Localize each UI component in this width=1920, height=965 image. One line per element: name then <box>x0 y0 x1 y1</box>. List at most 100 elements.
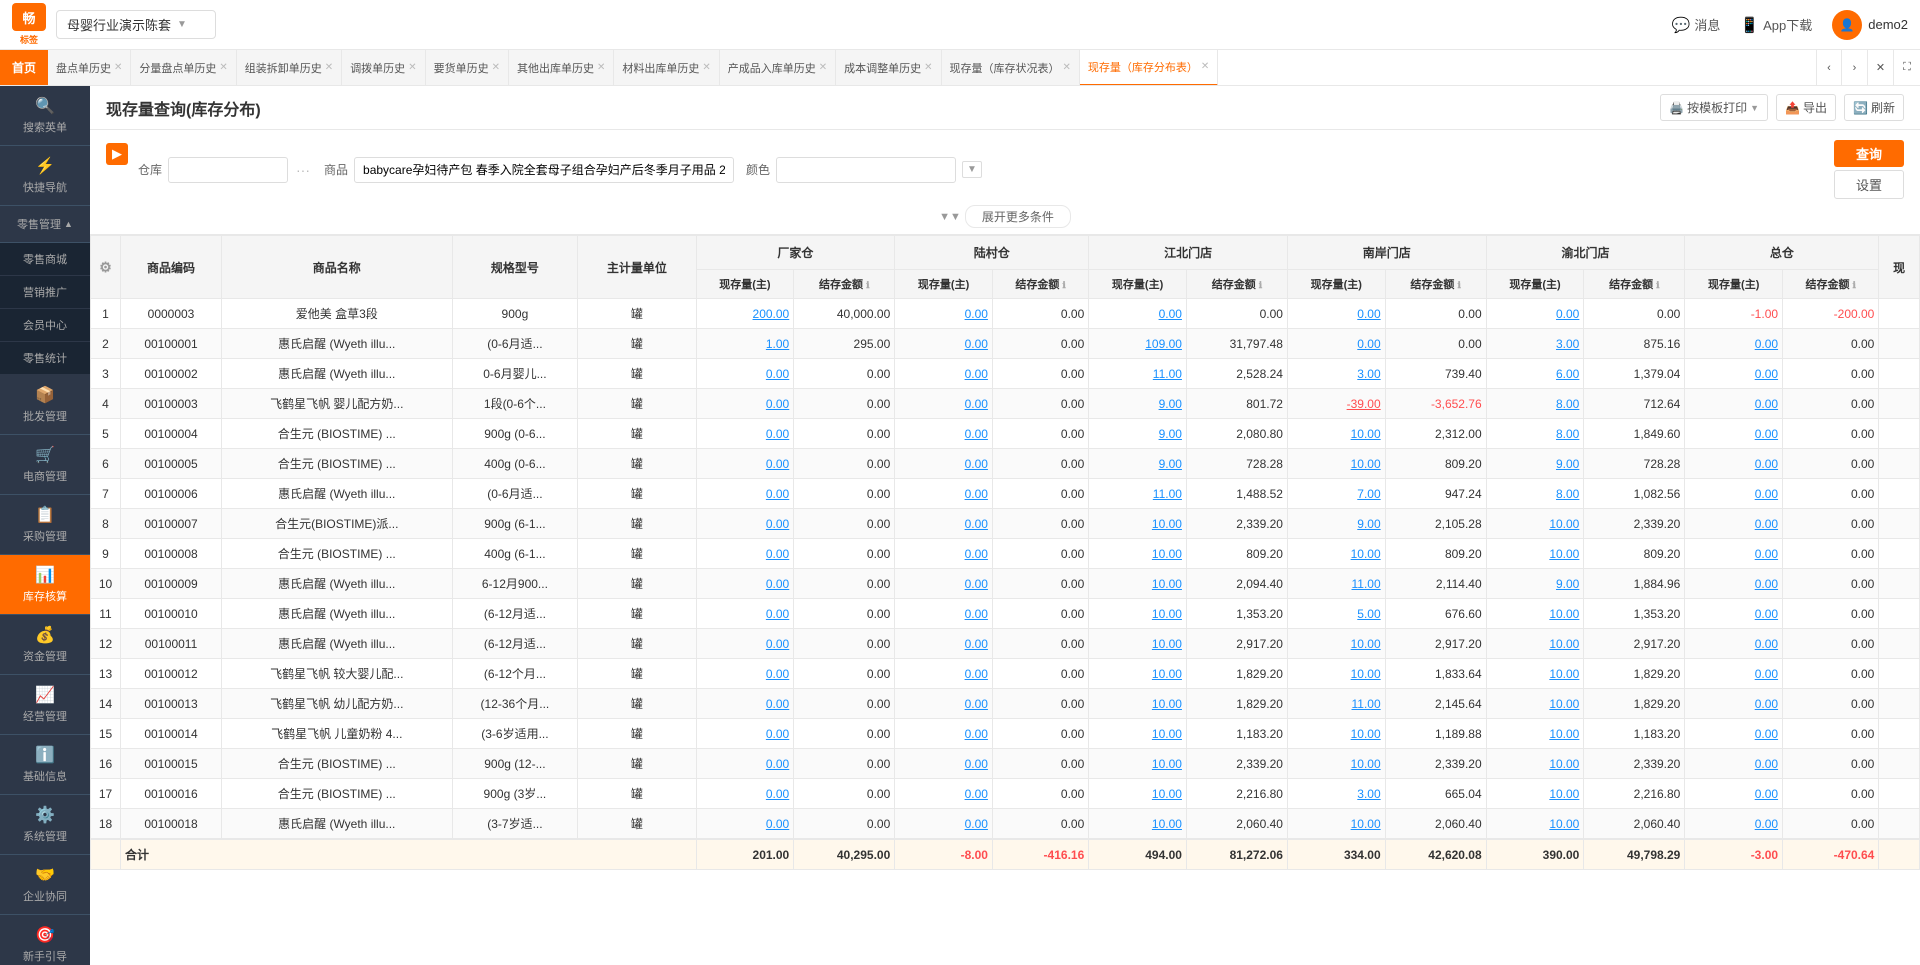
cell-yb-stock[interactable]: 10.00 <box>1486 539 1584 569</box>
cell-factory-stock[interactable]: 0.00 <box>696 719 794 749</box>
cell-lucun-stock[interactable]: 0.00 <box>895 329 993 359</box>
cell-jb-stock[interactable]: 10.00 <box>1089 809 1187 840</box>
tab-4[interactable]: 调拨单历史 ✕ <box>342 50 425 86</box>
cell-total-stock[interactable]: 0.00 <box>1685 539 1783 569</box>
cell-jb-stock[interactable]: 10.00 <box>1089 509 1187 539</box>
cell-total-stock[interactable]: 0.00 <box>1685 599 1783 629</box>
cell-na-stock[interactable]: 10.00 <box>1287 419 1385 449</box>
cell-jb-stock[interactable]: 10.00 <box>1089 749 1187 779</box>
cell-lucun-stock[interactable]: 0.00 <box>895 689 993 719</box>
tab-home[interactable]: 首页 <box>0 50 48 86</box>
cell-na-stock[interactable]: 10.00 <box>1287 809 1385 840</box>
sidebar-item-collab[interactable]: 🤝 企业协同 <box>0 855 90 915</box>
sidebar-sub-item-mall[interactable]: 零售商城 <box>0 243 90 276</box>
close-icon[interactable]: ✕ <box>819 62 827 73</box>
app-download-btn[interactable]: 📱 App下载 <box>1740 15 1812 34</box>
sidebar-sub-item-stats[interactable]: 零售统计 <box>0 342 90 375</box>
color-input[interactable] <box>776 157 956 183</box>
close-icon[interactable]: ✕ <box>408 62 416 73</box>
expand-toggle-btn[interactable]: ▶ <box>106 143 128 165</box>
sidebar-item-retail[interactable]: 零售管理 ▲ <box>0 206 90 243</box>
sidebar-item-basics[interactable]: ℹ️ 基础信息 <box>0 735 90 795</box>
cell-factory-stock[interactable]: 0.00 <box>696 599 794 629</box>
expand-conditions-btn[interactable]: ▼▼ 展开更多条件 <box>939 205 1071 228</box>
cell-na-stock[interactable]: -39.00 <box>1287 389 1385 419</box>
cell-na-stock[interactable]: 11.00 <box>1287 689 1385 719</box>
query-btn[interactable]: 查询 <box>1834 140 1904 167</box>
cell-yb-stock[interactable]: 10.00 <box>1486 749 1584 779</box>
cell-jb-stock[interactable]: 10.00 <box>1089 569 1187 599</box>
cell-jb-stock[interactable]: 10.00 <box>1089 659 1187 689</box>
org-selector[interactable]: 母婴行业演示陈套 ▼ <box>56 10 216 39</box>
close-icon[interactable]: ✕ <box>1063 62 1071 73</box>
ellipsis-btn[interactable]: ··· <box>294 162 312 178</box>
cell-yb-stock[interactable]: 10.00 <box>1486 629 1584 659</box>
cell-lucun-stock[interactable]: 0.00 <box>895 299 993 329</box>
cell-yb-stock[interactable]: 10.00 <box>1486 719 1584 749</box>
close-icon[interactable]: ✕ <box>114 62 122 73</box>
tab-expand-btn[interactable]: ⛶ <box>1894 50 1920 86</box>
cell-na-stock[interactable]: 0.00 <box>1287 299 1385 329</box>
cell-factory-stock[interactable]: 0.00 <box>696 389 794 419</box>
export-btn[interactable]: 📤 导出 <box>1776 94 1836 121</box>
cell-na-stock[interactable]: 10.00 <box>1287 719 1385 749</box>
cell-na-stock[interactable]: 5.00 <box>1287 599 1385 629</box>
tab-7[interactable]: 材料出库单历史 ✕ <box>614 50 719 86</box>
refresh-btn[interactable]: 🔄 刷新 <box>1844 94 1904 121</box>
cell-jb-stock[interactable]: 11.00 <box>1089 479 1187 509</box>
cell-jb-stock[interactable]: 10.00 <box>1089 629 1187 659</box>
tab-10[interactable]: 现存量（库存状况表） ✕ <box>942 50 1080 86</box>
setting-btn[interactable]: 设置 <box>1834 170 1904 199</box>
cell-lucun-stock[interactable]: 0.00 <box>895 569 993 599</box>
cell-total-stock[interactable]: 0.00 <box>1685 719 1783 749</box>
close-icon[interactable]: ✕ <box>1201 61 1209 72</box>
cell-total-stock[interactable]: 0.00 <box>1685 749 1783 779</box>
cell-yb-stock[interactable]: 8.00 <box>1486 419 1584 449</box>
cell-yb-stock[interactable]: 10.00 <box>1486 659 1584 689</box>
tab-9[interactable]: 成本调整单历史 ✕ <box>836 50 941 86</box>
sidebar-item-search[interactable]: 🔍 搜索英单 <box>0 86 90 146</box>
close-icon[interactable]: ✕ <box>492 62 500 73</box>
tab-prev-btn[interactable]: ‹ <box>1816 50 1842 86</box>
cell-lucun-stock[interactable]: 0.00 <box>895 359 993 389</box>
cell-total-stock[interactable]: 0.00 <box>1685 809 1783 840</box>
cell-yb-stock[interactable]: 8.00 <box>1486 389 1584 419</box>
cell-total-stock[interactable]: 0.00 <box>1685 329 1783 359</box>
print-btn[interactable]: 🖨️ 按模板打印 ▼ <box>1660 94 1768 121</box>
warehouse-input[interactable] <box>168 157 288 183</box>
tab-next-btn[interactable]: › <box>1842 50 1868 86</box>
sidebar-item-finance[interactable]: 💰 资金管理 <box>0 615 90 675</box>
cell-na-stock[interactable]: 10.00 <box>1287 449 1385 479</box>
cell-total-stock[interactable]: 0.00 <box>1685 659 1783 689</box>
cell-factory-stock[interactable]: 0.00 <box>696 659 794 689</box>
cell-lucun-stock[interactable]: 0.00 <box>895 749 993 779</box>
cell-yb-stock[interactable]: 9.00 <box>1486 569 1584 599</box>
cell-yb-stock[interactable]: 10.00 <box>1486 509 1584 539</box>
sidebar-item-management[interactable]: 📈 经营管理 <box>0 675 90 735</box>
cell-lucun-stock[interactable]: 0.00 <box>895 719 993 749</box>
cell-lucun-stock[interactable]: 0.00 <box>895 509 993 539</box>
cell-factory-stock[interactable]: 0.00 <box>696 629 794 659</box>
sidebar-item-purchase[interactable]: 📋 采购管理 <box>0 495 90 555</box>
message-btn[interactable]: 💬 消息 <box>1672 15 1721 34</box>
sidebar-item-system[interactable]: ⚙️ 系统管理 <box>0 795 90 855</box>
cell-factory-stock[interactable]: 200.00 <box>696 299 794 329</box>
close-icon[interactable]: ✕ <box>325 62 333 73</box>
cell-total-stock[interactable]: 0.00 <box>1685 779 1783 809</box>
cell-jb-stock[interactable]: 11.00 <box>1089 359 1187 389</box>
tab-8[interactable]: 产成品入库单历史 ✕ <box>720 50 836 86</box>
cell-na-stock[interactable]: 7.00 <box>1287 479 1385 509</box>
tab-close-all-btn[interactable]: ✕ <box>1868 50 1894 86</box>
tab-6[interactable]: 其他出库单历史 ✕ <box>509 50 614 86</box>
cell-lucun-stock[interactable]: 0.00 <box>895 539 993 569</box>
cell-lucun-stock[interactable]: 0.00 <box>895 419 993 449</box>
cell-yb-stock[interactable]: 10.00 <box>1486 689 1584 719</box>
cell-factory-stock[interactable]: 0.00 <box>696 689 794 719</box>
cell-na-stock[interactable]: 9.00 <box>1287 509 1385 539</box>
tab-11[interactable]: 现存量（库存分布表） ✕ <box>1080 50 1218 86</box>
cell-lucun-stock[interactable]: 0.00 <box>895 599 993 629</box>
cell-yb-stock[interactable]: 9.00 <box>1486 449 1584 479</box>
cell-yb-stock[interactable]: 10.00 <box>1486 809 1584 840</box>
sidebar-item-guide[interactable]: 🎯 新手引导 <box>0 915 90 965</box>
cell-yb-stock[interactable]: 0.00 <box>1486 299 1584 329</box>
